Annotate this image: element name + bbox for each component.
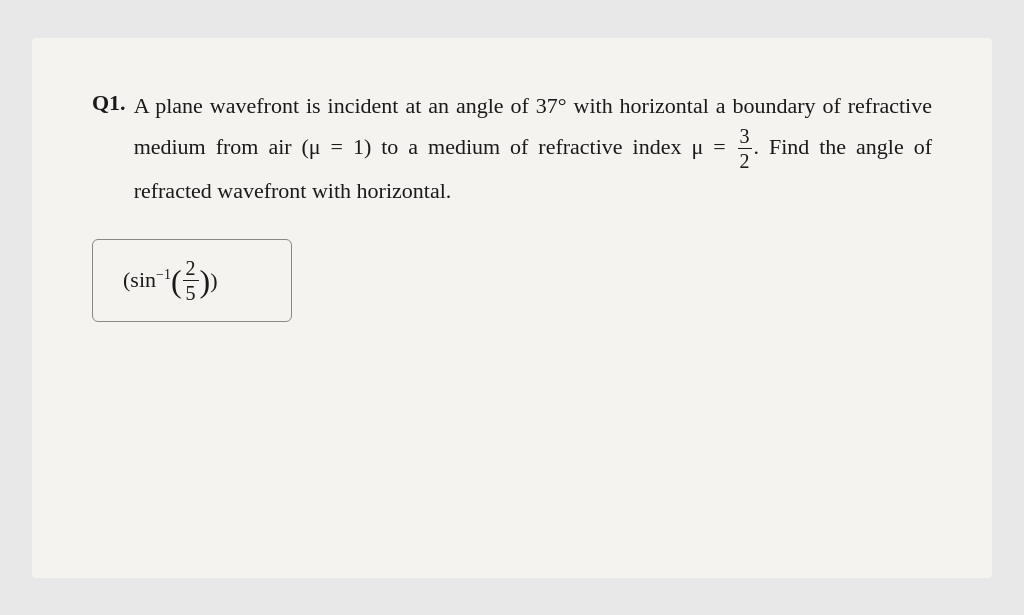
answer-content: (sin−1 ( 2 5 ) ) [123,256,261,305]
answer-fraction: 2 5 [183,256,199,305]
page-container: Q1. A plane wavefront is incident at an … [32,38,992,578]
closing-paren-label: ) [210,268,217,294]
open-paren: ( [171,265,182,297]
question-text: A plane wavefront is incident at an angl… [134,88,932,210]
question-label: Q1. [92,88,126,210]
superscript-minus1: −1 [156,267,171,282]
mu-denominator: 2 [738,149,752,173]
mu-numerator: 3 [738,124,752,149]
sin-inverse-label: (sin−1 [123,267,171,293]
answer-denominator: 5 [183,281,199,305]
answer-numerator: 2 [183,256,199,281]
question-block: Q1. A plane wavefront is incident at an … [92,88,932,210]
close-paren: ) [200,265,211,297]
mu-fraction: 3 2 [738,124,752,173]
answer-box: (sin−1 ( 2 5 ) ) [92,239,292,322]
